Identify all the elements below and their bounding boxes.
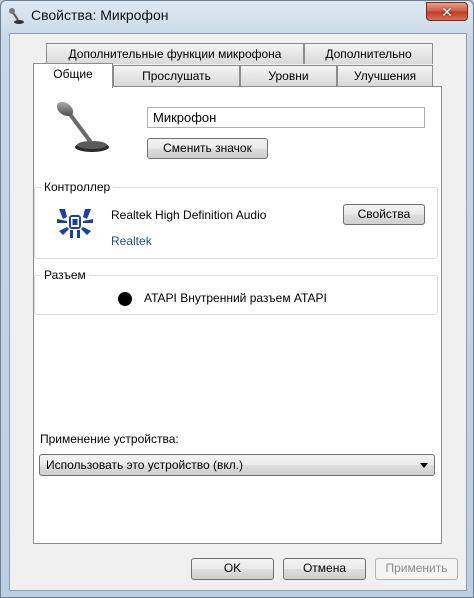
tab-label: Общие [53,67,93,81]
controller-group: Контроллер Realtek High Definition Audio… [34,180,438,259]
device-name-input[interactable] [147,107,425,128]
tab-label: Уровни [268,69,309,83]
microphone-small-icon [9,8,24,24]
jack-group: Разъем ATAPI Внутренний разъем ATAPI [34,268,438,315]
microphone-icon [56,101,109,152]
device-usage-label: Применение устройства: [40,432,179,446]
window-title: Свойства: Микрофон [31,7,169,23]
ok-button[interactable]: OK [191,558,274,580]
cancel-button[interactable]: Отмена [283,558,366,580]
tab-mic-extra-features[interactable]: Дополнительные функции микрофона [46,43,304,64]
realtek-crab-icon [57,209,93,238]
general-tab-page: Сменить значок Контроллер [33,86,442,544]
device-usage-select[interactable]: Использовать это устройство (вкл.) [39,454,435,476]
close-icon: ✕ [441,3,453,20]
tab-label: Улучшения [353,69,417,83]
controller-name: Realtek High Definition Audio [111,208,267,222]
tab-label: Прослушать [142,69,211,83]
tab-enhancements[interactable]: Улучшения [337,65,433,86]
change-icon-button[interactable]: Сменить значок [147,138,268,159]
jack-color-indicator [118,292,132,306]
dialog-client-area: Дополнительные функции микрофона Дополни… [9,33,467,591]
jack-group-label: Разъем [41,268,89,282]
tab-label: Дополнительно [325,47,412,61]
controller-group-label: Контроллер [41,180,114,194]
controller-properties-button[interactable]: Свойства [343,204,425,225]
tab-levels[interactable]: Уровни [240,65,337,86]
close-button[interactable]: ✕ [426,2,468,21]
title-bar[interactable]: Свойства: Микрофон ✕ [1,1,473,31]
chevron-down-icon [420,463,428,468]
properties-window: Свойства: Микрофон ✕ Дополнительные функ… [0,0,474,598]
jack-description: ATAPI Внутренний разъем ATAPI [144,291,327,305]
vendor-link[interactable]: Realtek [111,234,152,248]
tab-general[interactable]: Общие [33,63,113,88]
device-usage-selected: Использовать это устройство (вкл.) [46,458,244,472]
tab-label: Дополнительные функции микрофона [68,47,282,61]
apply-button[interactable]: Применить [375,558,458,580]
tab-listen[interactable]: Прослушать [113,65,240,86]
tab-advanced[interactable]: Дополнительно [304,43,433,64]
